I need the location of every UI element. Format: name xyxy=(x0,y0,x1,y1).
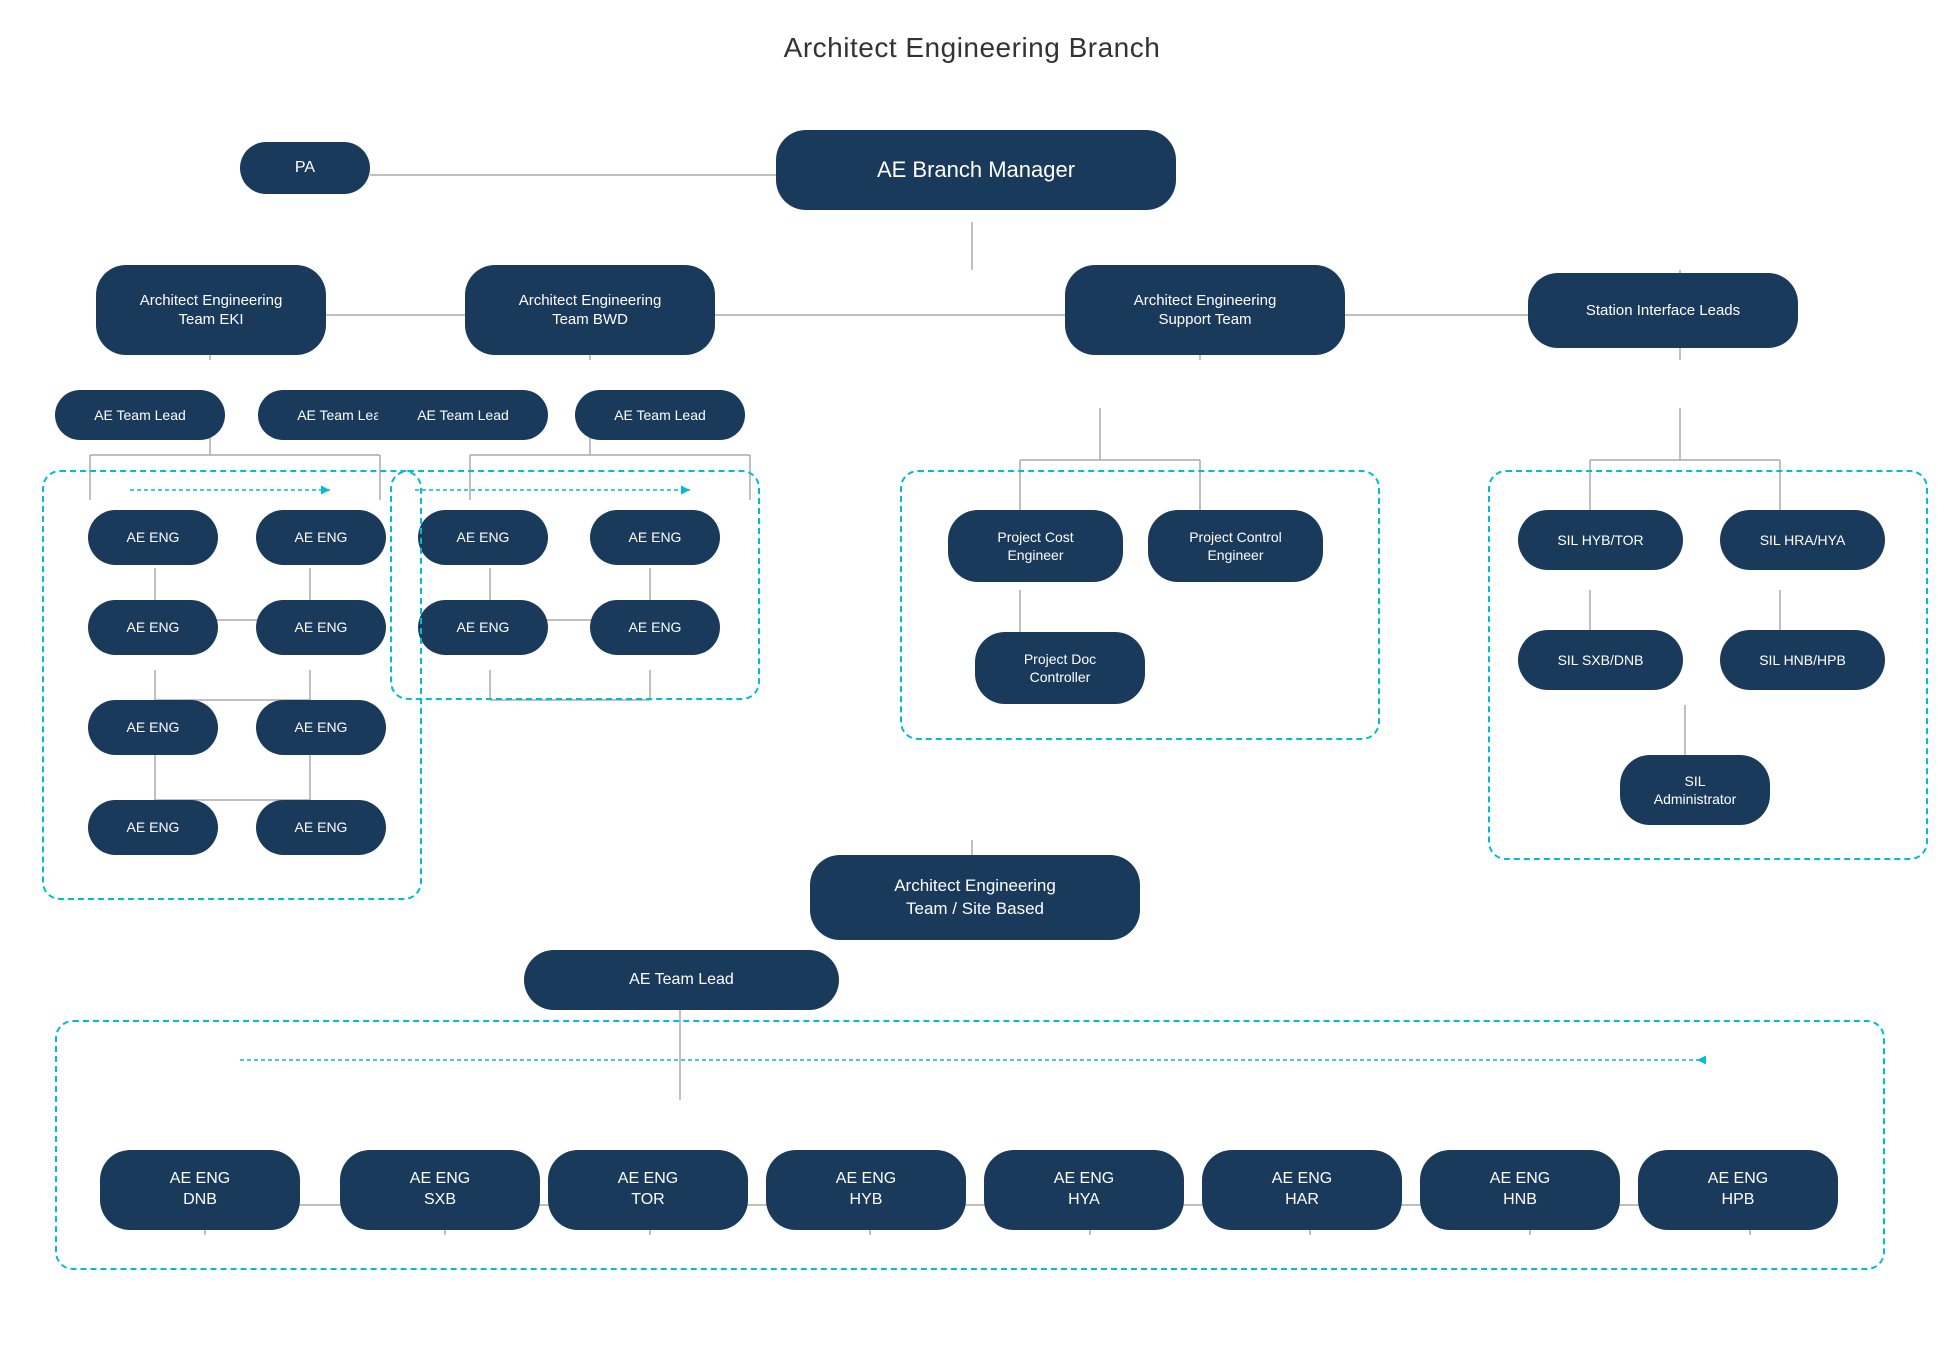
ae-team-site-based-node: Architect Engineering Team / Site Based xyxy=(810,855,1140,940)
station-interface-node: Station Interface Leads xyxy=(1528,273,1798,348)
bwd-dashed-box xyxy=(390,470,760,700)
ae-support-team-node: Architect Engineering Support Team xyxy=(1065,265,1345,355)
ae-team-lead-bwd-1-node: AE Team Lead xyxy=(378,390,548,440)
ae-team-lead-bwd-2-node: AE Team Lead xyxy=(575,390,745,440)
eki-dashed-box xyxy=(42,470,422,900)
ae-team-eki-node: Architect Engineering Team EKI xyxy=(96,265,326,355)
site-based-dashed-box xyxy=(55,1020,1885,1270)
support-dashed-box xyxy=(900,470,1380,740)
pa-node: PA xyxy=(240,142,370,194)
ae-team-lead-eki-1-node: AE Team Lead xyxy=(55,390,225,440)
ae-branch-manager-node: AE Branch Manager xyxy=(776,130,1176,210)
ae-team-lead-site-node: AE Team Lead xyxy=(524,950,839,1010)
ae-team-bwd-node: Architect Engineering Team BWD xyxy=(465,265,715,355)
page-title: Architect Engineering Branch xyxy=(0,0,1944,84)
station-dashed-box xyxy=(1488,470,1928,860)
